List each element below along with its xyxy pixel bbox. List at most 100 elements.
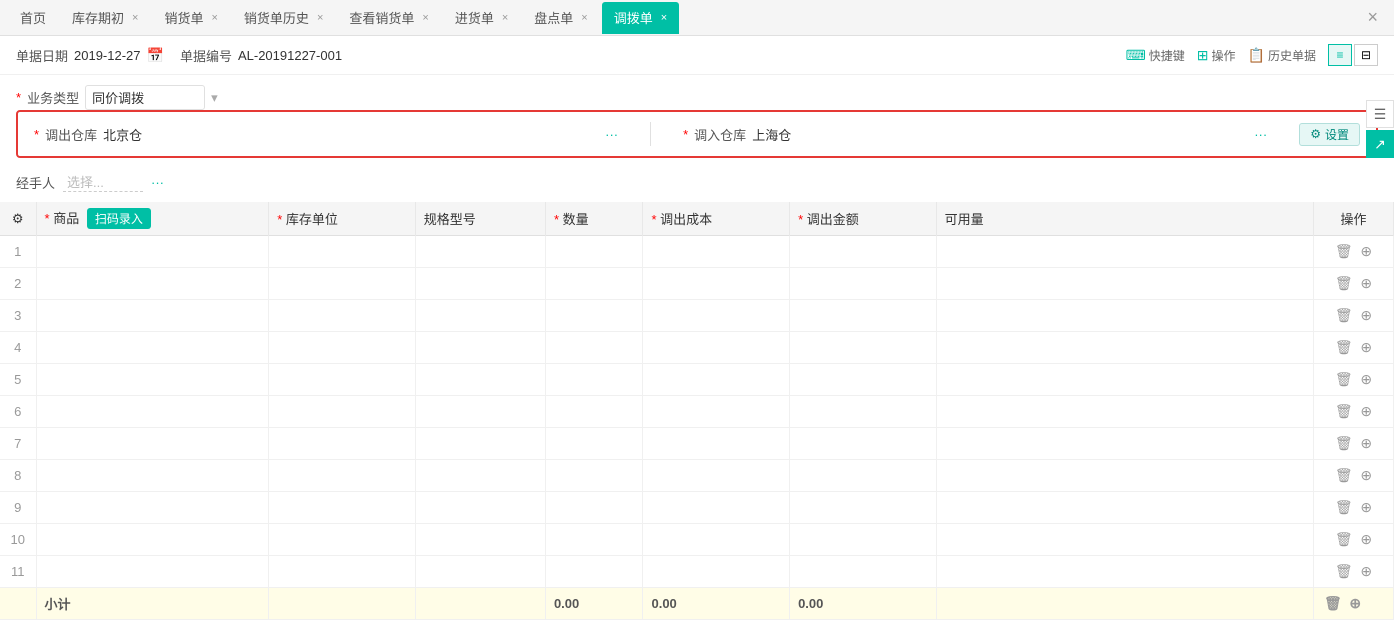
tab-transfer[interactable]: 调拨单 × — [602, 2, 679, 34]
row-available[interactable] — [936, 364, 1313, 396]
copy-row-button[interactable]: ⊕ — [1360, 307, 1372, 323]
close-sales-history[interactable]: × — [317, 12, 323, 24]
tab-stocktake[interactable]: 盘点单 × — [522, 2, 599, 34]
row-qty[interactable] — [545, 460, 643, 492]
row-unit[interactable] — [269, 556, 416, 588]
tab-view-sales[interactable]: 查看销货单 × — [337, 2, 440, 34]
row-cost[interactable] — [643, 428, 790, 460]
row-cost[interactable] — [643, 524, 790, 556]
tab-sales-order[interactable]: 销货单 × — [152, 2, 229, 34]
layout-btn-lines[interactable]: ≡ — [1328, 44, 1352, 66]
sidebar-export-icon[interactable]: ↗ — [1366, 130, 1394, 158]
row-unit[interactable] — [269, 268, 416, 300]
row-spec[interactable] — [415, 460, 545, 492]
handler-more[interactable]: ··· — [151, 175, 164, 190]
copy-row-button[interactable]: ⊕ — [1360, 563, 1372, 579]
row-amount[interactable] — [790, 236, 937, 268]
row-cost[interactable] — [643, 556, 790, 588]
settings-button[interactable]: ⚙ 设置 — [1299, 123, 1360, 146]
row-product[interactable] — [36, 236, 269, 268]
row-spec[interactable] — [415, 524, 545, 556]
row-amount[interactable] — [790, 300, 937, 332]
delete-row-button[interactable]: 🗑 — [1335, 275, 1353, 291]
th-settings[interactable]: ⚙ — [0, 202, 36, 236]
history-button[interactable]: 📋 历史单据 — [1248, 47, 1316, 64]
row-qty[interactable] — [545, 364, 643, 396]
row-unit[interactable] — [269, 332, 416, 364]
copy-row-button[interactable]: ⊕ — [1360, 467, 1372, 483]
row-available[interactable] — [936, 332, 1313, 364]
delete-row-button[interactable]: 🗑 — [1335, 243, 1353, 259]
row-unit[interactable] — [269, 492, 416, 524]
row-unit[interactable] — [269, 524, 416, 556]
row-product[interactable] — [36, 396, 269, 428]
row-spec[interactable] — [415, 492, 545, 524]
delete-row-button[interactable]: 🗑 — [1335, 531, 1353, 547]
row-amount[interactable] — [790, 364, 937, 396]
delete-row-button[interactable]: 🗑 — [1335, 371, 1353, 387]
copy-row-button[interactable]: ⊕ — [1360, 499, 1372, 515]
subtotal-delete[interactable]: 🗑 — [1324, 595, 1342, 611]
row-unit[interactable] — [269, 428, 416, 460]
row-unit[interactable] — [269, 236, 416, 268]
row-spec[interactable] — [415, 236, 545, 268]
row-available[interactable] — [936, 492, 1313, 524]
close-view-sales[interactable]: × — [422, 12, 428, 24]
row-amount[interactable] — [790, 428, 937, 460]
row-available[interactable] — [936, 268, 1313, 300]
copy-row-button[interactable]: ⊕ — [1360, 275, 1372, 291]
row-amount[interactable] — [790, 268, 937, 300]
transfer-in-value[interactable]: 上海仓 — [752, 125, 791, 144]
close-sales-order[interactable]: × — [211, 12, 217, 24]
scan-entry-button[interactable]: 扫码录入 — [87, 208, 151, 229]
row-available[interactable] — [936, 460, 1313, 492]
copy-row-button[interactable]: ⊕ — [1360, 531, 1372, 547]
delete-row-button[interactable]: 🗑 — [1335, 403, 1353, 419]
row-available[interactable] — [936, 236, 1313, 268]
row-qty[interactable] — [545, 300, 643, 332]
transfer-out-more[interactable]: ··· — [605, 127, 618, 142]
tab-sales-history[interactable]: 销货单历史 × — [232, 2, 335, 34]
shortcuts-button[interactable]: ⌨ 快捷键 — [1126, 47, 1185, 64]
delete-row-button[interactable]: 🗑 — [1335, 435, 1353, 451]
row-product[interactable] — [36, 460, 269, 492]
row-cost[interactable] — [643, 460, 790, 492]
row-spec[interactable] — [415, 556, 545, 588]
row-unit[interactable] — [269, 300, 416, 332]
row-spec[interactable] — [415, 300, 545, 332]
row-available[interactable] — [936, 556, 1313, 588]
row-unit[interactable] — [269, 396, 416, 428]
row-available[interactable] — [936, 396, 1313, 428]
close-stocktake[interactable]: × — [581, 12, 587, 24]
row-cost[interactable] — [643, 300, 790, 332]
row-cost[interactable] — [643, 332, 790, 364]
copy-row-button[interactable]: ⊕ — [1360, 435, 1372, 451]
copy-row-button[interactable]: ⊕ — [1360, 371, 1372, 387]
row-product[interactable] — [36, 428, 269, 460]
row-amount[interactable] — [790, 396, 937, 428]
close-transfer[interactable]: × — [661, 12, 667, 24]
row-cost[interactable] — [643, 268, 790, 300]
row-spec[interactable] — [415, 332, 545, 364]
row-available[interactable] — [936, 300, 1313, 332]
row-available[interactable] — [936, 524, 1313, 556]
row-unit[interactable] — [269, 460, 416, 492]
row-qty[interactable] — [545, 396, 643, 428]
tab-inventory-init[interactable]: 库存期初 × — [60, 2, 150, 34]
row-amount[interactable] — [790, 492, 937, 524]
row-cost[interactable] — [643, 364, 790, 396]
row-spec[interactable] — [415, 428, 545, 460]
business-type-value[interactable]: 同价调拨 — [85, 85, 205, 110]
delete-row-button[interactable]: 🗑 — [1335, 563, 1353, 579]
subtotal-copy[interactable]: ⊕ — [1349, 595, 1361, 611]
row-amount[interactable] — [790, 460, 937, 492]
row-qty[interactable] — [545, 268, 643, 300]
row-spec[interactable] — [415, 268, 545, 300]
row-product[interactable] — [36, 492, 269, 524]
close-purchase-order[interactable]: × — [502, 12, 508, 24]
row-qty[interactable] — [545, 492, 643, 524]
row-unit[interactable] — [269, 364, 416, 396]
row-product[interactable] — [36, 268, 269, 300]
row-product[interactable] — [36, 332, 269, 364]
delete-row-button[interactable]: 🗑 — [1335, 499, 1353, 515]
